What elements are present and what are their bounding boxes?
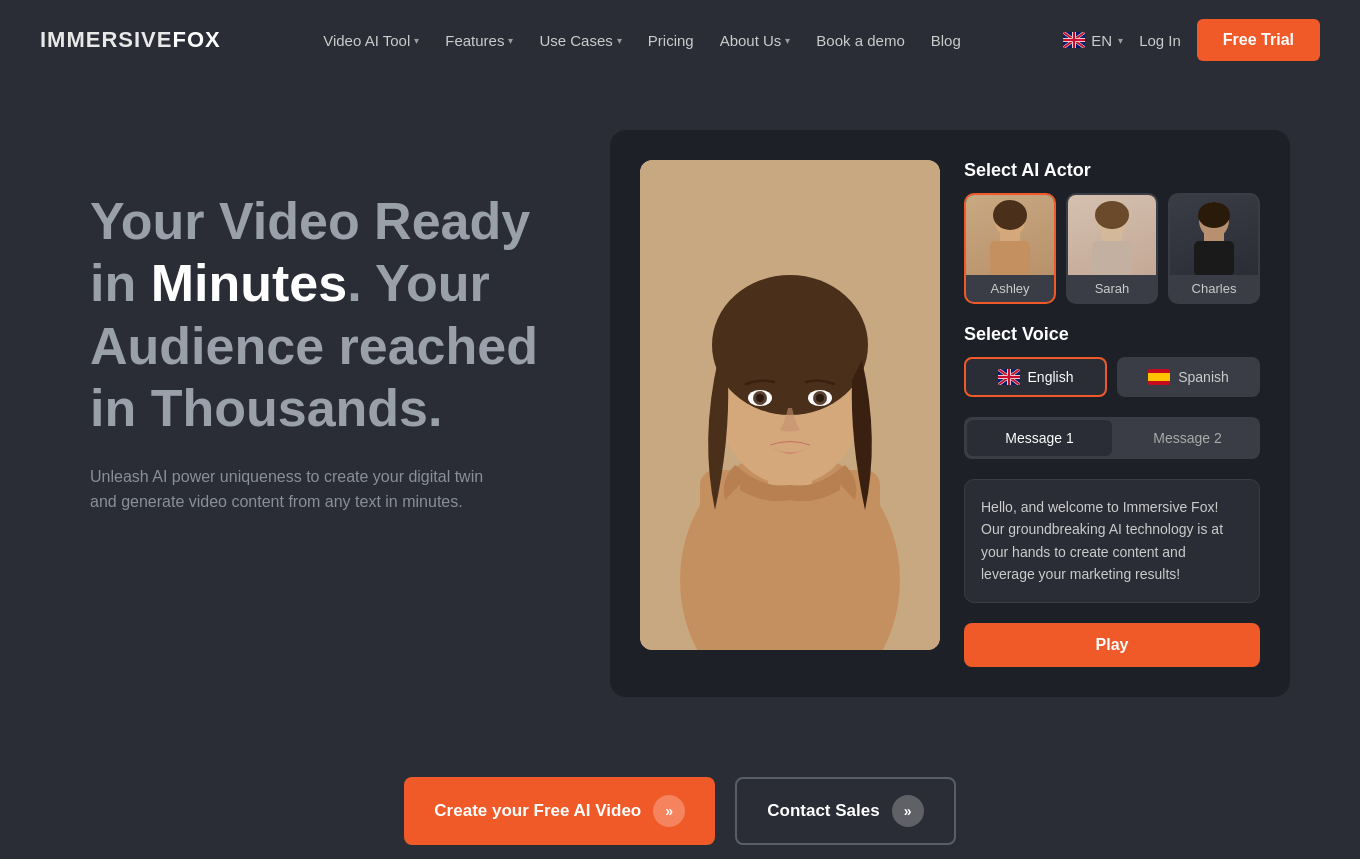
logo[interactable]: IMMERSIVEFOX bbox=[40, 27, 221, 53]
actor-name-ashley: Ashley bbox=[966, 275, 1054, 302]
voice-english-button[interactable]: English bbox=[964, 357, 1107, 397]
actor-svg bbox=[640, 160, 940, 650]
nav-item-blog[interactable]: Blog bbox=[921, 26, 971, 55]
voice-options: English Spanish bbox=[964, 357, 1260, 397]
actor-section-title: Select AI Actor bbox=[964, 160, 1260, 181]
nav-link-use-cases[interactable]: Use Cases ▾ bbox=[529, 26, 631, 55]
message-text: Hello, and welcome to Immersive Fox! Our… bbox=[964, 479, 1260, 603]
svg-point-22 bbox=[1198, 202, 1230, 228]
actor-grid: Ashley Sarah bbox=[964, 193, 1260, 304]
lang-label: EN bbox=[1091, 32, 1112, 49]
nav-item-about-us[interactable]: About Us ▾ bbox=[710, 26, 801, 55]
voice-section-title: Select Voice bbox=[964, 324, 1260, 345]
uk-flag-icon bbox=[1063, 32, 1085, 48]
message-section: Message 1 Message 2 bbox=[964, 417, 1260, 459]
actor-name-charles: Charles bbox=[1170, 275, 1258, 302]
spain-flag-icon bbox=[1148, 369, 1170, 385]
contact-sales-button[interactable]: Contact Sales » bbox=[735, 777, 955, 845]
voice-selection: Select Voice English bbox=[964, 324, 1260, 397]
svg-point-6 bbox=[712, 275, 868, 415]
actor-selection: Select AI Actor Ashley bbox=[964, 160, 1260, 304]
cta-section: Create your Free AI Video » Contact Sale… bbox=[0, 757, 1360, 859]
svg-point-18 bbox=[1095, 201, 1129, 229]
login-button[interactable]: Log In bbox=[1139, 32, 1181, 49]
voice-spanish-button[interactable]: Spanish bbox=[1117, 357, 1260, 397]
chevron-down-icon: ▾ bbox=[508, 35, 513, 46]
actor-preview bbox=[640, 160, 940, 650]
uk-flag-small-icon bbox=[998, 369, 1020, 385]
svg-rect-24 bbox=[1194, 241, 1234, 275]
controls-panel: Select AI Actor Ashley bbox=[964, 160, 1260, 667]
language-selector[interactable]: EN ▾ bbox=[1063, 32, 1123, 49]
arrow-right-icon: » bbox=[653, 795, 685, 827]
free-trial-button[interactable]: Free Trial bbox=[1197, 19, 1320, 61]
svg-point-12 bbox=[816, 394, 824, 402]
actor-thumb-sarah bbox=[1068, 195, 1156, 275]
svg-point-14 bbox=[993, 200, 1027, 230]
nav-link-book-demo[interactable]: Book a demo bbox=[806, 26, 914, 55]
hero-title: Your Video Ready in Minutes. Your Audien… bbox=[90, 190, 550, 440]
message-tab-1[interactable]: Message 1 bbox=[967, 420, 1112, 456]
navbar: IMMERSIVEFOX Video AI Tool ▾ Features ▾ … bbox=[0, 0, 1360, 80]
nav-link-blog[interactable]: Blog bbox=[921, 26, 971, 55]
svg-point-9 bbox=[756, 394, 764, 402]
nav-right: EN ▾ Log In Free Trial bbox=[1063, 19, 1320, 61]
actor-card-ashley[interactable]: Ashley bbox=[964, 193, 1056, 304]
message-tab-2[interactable]: Message 2 bbox=[1115, 417, 1260, 459]
actor-card-charles[interactable]: Charles bbox=[1168, 193, 1260, 304]
chevron-down-icon: ▾ bbox=[1118, 35, 1123, 46]
svg-rect-27 bbox=[1148, 373, 1170, 381]
nav-item-video-ai-tool[interactable]: Video AI Tool ▾ bbox=[313, 26, 429, 55]
actor-thumb-charles bbox=[1170, 195, 1258, 275]
message-tabs: Message 1 Message 2 bbox=[964, 417, 1260, 459]
logo-part2: FOX bbox=[172, 27, 220, 52]
chevron-down-icon: ▾ bbox=[617, 35, 622, 46]
chevron-down-icon: ▾ bbox=[414, 35, 419, 46]
nav-link-features[interactable]: Features ▾ bbox=[435, 26, 523, 55]
actor-thumb-ashley bbox=[966, 195, 1054, 275]
actor-name-sarah: Sarah bbox=[1068, 275, 1156, 302]
arrow-right-icon: » bbox=[892, 795, 924, 827]
nav-link-about-us[interactable]: About Us ▾ bbox=[710, 26, 801, 55]
nav-item-pricing[interactable]: Pricing bbox=[638, 26, 704, 55]
chevron-down-icon: ▾ bbox=[785, 35, 790, 46]
nav-links: Video AI Tool ▾ Features ▾ Use Cases ▾ P… bbox=[313, 26, 971, 55]
nav-link-pricing[interactable]: Pricing bbox=[638, 26, 704, 55]
logo-part1: IMMERSIVE bbox=[40, 27, 172, 52]
nav-item-use-cases[interactable]: Use Cases ▾ bbox=[529, 26, 631, 55]
demo-card: Select AI Actor Ashley bbox=[610, 130, 1290, 697]
create-video-button[interactable]: Create your Free AI Video » bbox=[404, 777, 715, 845]
svg-rect-16 bbox=[990, 241, 1030, 275]
nav-item-book-demo[interactable]: Book a demo bbox=[806, 26, 914, 55]
nav-item-features[interactable]: Features ▾ bbox=[435, 26, 523, 55]
hero-subtitle: Unleash AI power uniqueness to create yo… bbox=[90, 464, 490, 515]
hero-section: Your Video Ready in Minutes. Your Audien… bbox=[0, 80, 1360, 757]
actor-card-sarah[interactable]: Sarah bbox=[1066, 193, 1158, 304]
hero-text: Your Video Ready in Minutes. Your Audien… bbox=[90, 130, 570, 515]
actor-preview-image bbox=[640, 160, 940, 650]
svg-rect-20 bbox=[1092, 241, 1132, 275]
play-button[interactable]: Play bbox=[964, 623, 1260, 667]
nav-link-video-ai-tool[interactable]: Video AI Tool ▾ bbox=[313, 26, 429, 55]
